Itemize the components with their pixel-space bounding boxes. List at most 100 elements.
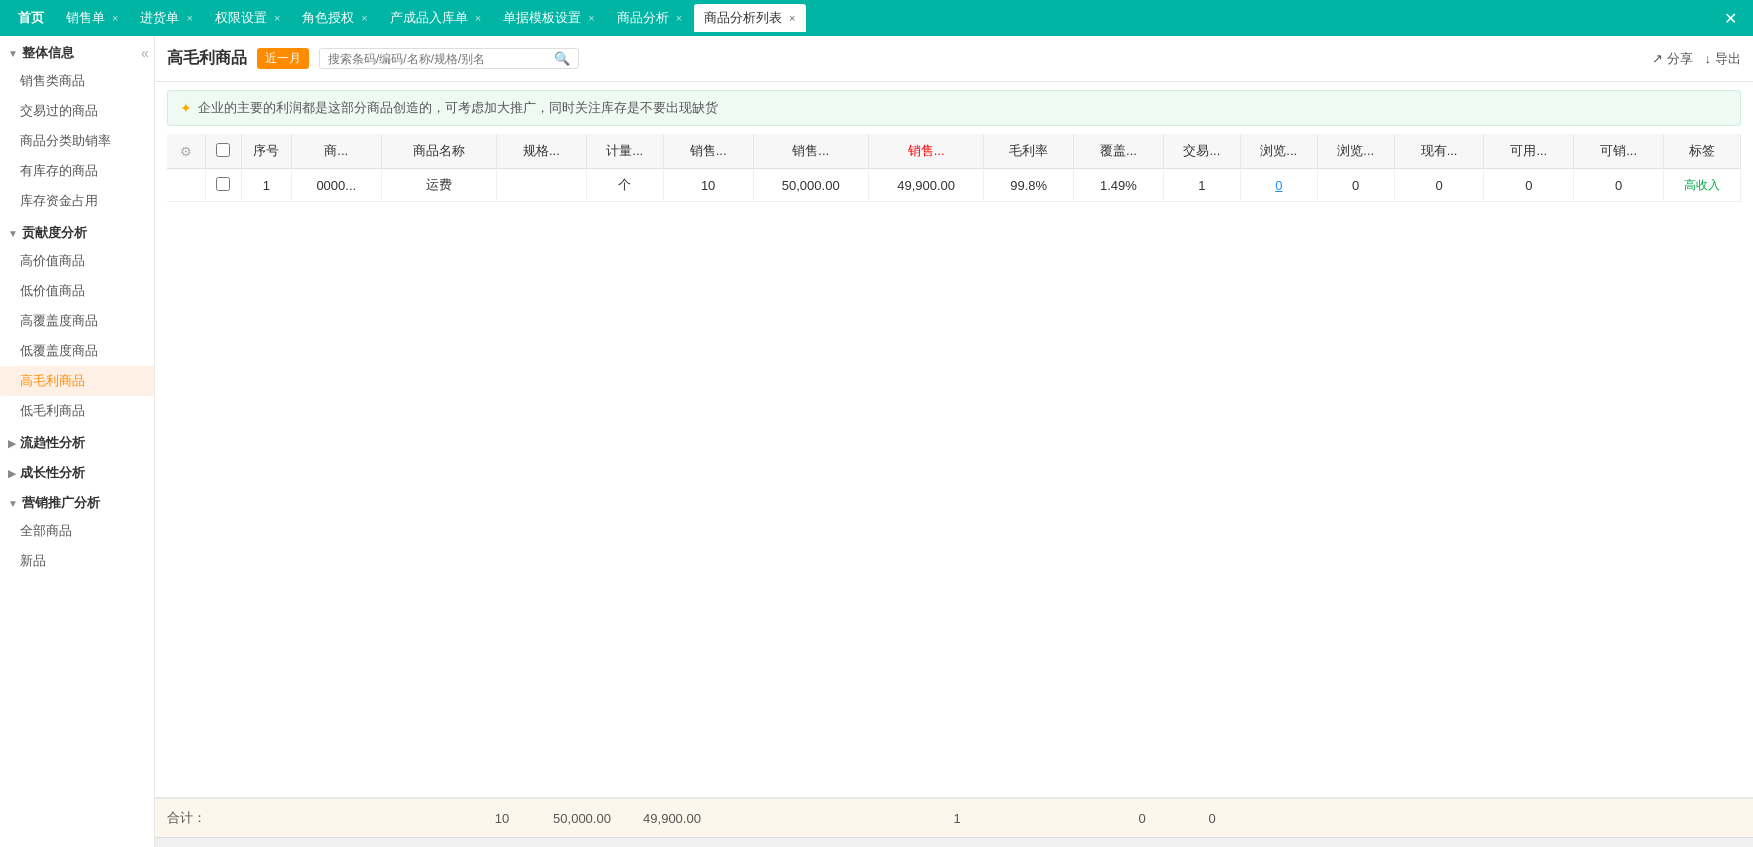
close-all-tabs[interactable]: ✕ — [1716, 9, 1745, 28]
sidebar-group-contribution[interactable]: ▼ 贡献度分析 — [0, 216, 154, 246]
row-coverage: 1.49% — [1074, 169, 1164, 202]
footer-sales-amount: 50,000.00 — [537, 811, 627, 826]
nav-tab-template-close[interactable]: × — [588, 12, 594, 24]
footer-spacer — [247, 811, 467, 826]
row-transaction: 1 — [1163, 169, 1240, 202]
col-unit: 计量... — [586, 134, 663, 169]
footer-sales-profit: 49,900.00 — [627, 811, 717, 826]
export-button[interactable]: ↓ 导出 — [1705, 50, 1742, 68]
period-button[interactable]: 近一月 — [257, 48, 309, 69]
search-input[interactable] — [328, 52, 549, 66]
nav-tab-product-storage-close[interactable]: × — [475, 12, 481, 24]
nav-tab-sales[interactable]: 销售单 × — [56, 4, 128, 32]
col-tag: 标签 — [1663, 134, 1740, 169]
footer-spacer2 — [717, 811, 927, 826]
sidebar-item-new-goods[interactable]: 新品 — [0, 546, 154, 576]
select-all-checkbox[interactable] — [216, 143, 230, 157]
nav-tab-home[interactable]: 首页 — [8, 4, 54, 32]
sidebar-item-stock-capital[interactable]: 库存资金占用 — [0, 186, 154, 216]
row-index: 1 — [241, 169, 291, 202]
sidebar-item-high-coverage[interactable]: 高覆盖度商品 — [0, 306, 154, 336]
row-name: 运费 — [381, 169, 496, 202]
sidebar-group-marketing[interactable]: ▼ 营销推广分析 — [0, 486, 154, 516]
nav-tab-roles-close[interactable]: × — [361, 12, 367, 24]
table-container[interactable]: ⚙ 序号 商... 商品名称 规格... 计量... 销售... 销售... 销… — [155, 134, 1753, 797]
sidebar-group-contribution-label: 贡献度分析 — [22, 224, 87, 242]
row-checkbox[interactable] — [205, 169, 241, 202]
col-available-stock: 可用... — [1484, 134, 1574, 169]
nav-tab-analysis-close[interactable]: × — [676, 12, 682, 24]
sidebar-item-low-value[interactable]: 低价值商品 — [0, 276, 154, 306]
sidebar-group-growth-label: 成长性分析 — [20, 464, 85, 482]
nav-tab-permissions-close[interactable]: × — [274, 12, 280, 24]
nav-tab-analysis-list[interactable]: 商品分析列表 × — [694, 4, 805, 32]
row-sellable: 0 — [1574, 169, 1664, 202]
footer-current-stock: 0 — [1107, 811, 1177, 826]
sidebar-item-category-rate[interactable]: 商品分类助销率 — [0, 126, 154, 156]
nav-tab-permissions-label: 权限设置 — [215, 9, 267, 27]
nav-tab-roles-label: 角色授权 — [302, 9, 354, 27]
content-area: 高毛利商品 近一月 🔍 ↗ 分享 ↓ 导出 ✦ 企业的主要的利润都是这部分商品创… — [155, 36, 1753, 847]
sidebar-item-sales-goods[interactable]: 销售类商品 — [0, 66, 154, 96]
sidebar-item-stock-goods[interactable]: 有库存的商品 — [0, 156, 154, 186]
chevron-down-icon-3: ▼ — [8, 498, 18, 509]
footer-available-stock: 0 — [1177, 811, 1247, 826]
row-sales-amount: 50,000.00 — [753, 169, 868, 202]
col-current-stock: 现有... — [1394, 134, 1484, 169]
sidebar-item-traded-goods[interactable]: 交易过的商品 — [0, 96, 154, 126]
row-gross-margin: 99.8% — [984, 169, 1074, 202]
nav-tab-template-label: 单据模板设置 — [503, 9, 581, 27]
sidebar-group-overall[interactable]: ▼ 整体信息 — [0, 36, 154, 66]
row-unit: 个 — [586, 169, 663, 202]
nav-tab-sales-label: 销售单 — [66, 9, 105, 27]
share-icon: ↗ — [1652, 51, 1663, 66]
sidebar-group-flow[interactable]: ▶ 流趋性分析 — [0, 426, 154, 456]
nav-tab-analysis-list-close[interactable]: × — [789, 12, 795, 24]
nav-tab-purchase-close[interactable]: × — [186, 12, 192, 24]
sidebar-item-low-coverage[interactable]: 低覆盖度商品 — [0, 336, 154, 366]
row-browse1[interactable]: 0 — [1240, 169, 1317, 202]
sidebar-item-low-margin[interactable]: 低毛利商品 — [0, 396, 154, 426]
nav-tab-product-storage[interactable]: 产成品入库单 × — [380, 4, 491, 32]
banner-text: 企业的主要的利润都是这部分商品创造的，可考虑加大推广，同时关注库存是不要出现缺货 — [198, 99, 718, 117]
nav-tab-analysis-label: 商品分析 — [617, 9, 669, 27]
row-sales-profit: 49,900.00 — [868, 169, 983, 202]
horizontal-scrollbar[interactable] — [155, 837, 1753, 847]
row-select-checkbox[interactable] — [216, 177, 230, 191]
content-header: 高毛利商品 近一月 🔍 ↗ 分享 ↓ 导出 — [155, 36, 1753, 82]
nav-tab-template[interactable]: 单据模板设置 × — [493, 4, 604, 32]
main-layout: « ▼ 整体信息 销售类商品 交易过的商品 商品分类助销率 有库存的商品 库存资… — [0, 36, 1753, 847]
row-available-stock: 0 — [1484, 169, 1574, 202]
sidebar-item-high-margin[interactable]: 高毛利商品 — [0, 366, 154, 396]
nav-tab-analysis[interactable]: 商品分析 × — [607, 4, 692, 32]
col-index: 序号 — [241, 134, 291, 169]
search-icon[interactable]: 🔍 — [554, 51, 570, 66]
sidebar: « ▼ 整体信息 销售类商品 交易过的商品 商品分类助销率 有库存的商品 库存资… — [0, 36, 155, 847]
sidebar-collapse-btn[interactable]: « — [136, 44, 154, 62]
col-sales-qty: 销售... — [663, 134, 753, 169]
share-button[interactable]: ↗ 分享 — [1652, 50, 1693, 68]
chevron-down-icon: ▼ — [8, 48, 18, 59]
sidebar-item-high-value[interactable]: 高价值商品 — [0, 246, 154, 276]
nav-tab-product-storage-label: 产成品入库单 — [390, 9, 468, 27]
nav-tab-home-label: 首页 — [18, 9, 44, 27]
nav-tab-roles[interactable]: 角色授权 × — [292, 4, 377, 32]
sidebar-group-marketing-label: 营销推广分析 — [22, 494, 100, 512]
footer-cells: 10 50,000.00 49,900.00 1 0 0 — [247, 811, 1741, 826]
col-settings[interactable]: ⚙ — [167, 134, 205, 169]
chevron-right-icon-2: ▶ — [8, 468, 16, 479]
nav-tab-permissions[interactable]: 权限设置 × — [205, 4, 290, 32]
sidebar-item-all-goods[interactable]: 全部商品 — [0, 516, 154, 546]
sidebar-group-overall-label: 整体信息 — [22, 44, 74, 62]
footer-label: 合计： — [167, 809, 247, 827]
row-current-stock: 0 — [1394, 169, 1484, 202]
col-checkbox[interactable] — [205, 134, 241, 169]
sidebar-group-growth[interactable]: ▶ 成长性分析 — [0, 456, 154, 486]
nav-tab-sales-close[interactable]: × — [112, 12, 118, 24]
nav-tab-purchase[interactable]: 进货单 × — [130, 4, 202, 32]
top-nav: 首页 销售单 × 进货单 × 权限设置 × 角色授权 × 产成品入库单 × 单据… — [0, 0, 1753, 36]
chevron-down-icon-2: ▼ — [8, 228, 18, 239]
row-tag: 高收入 — [1663, 169, 1740, 202]
row-spec — [497, 169, 587, 202]
footer-transaction: 1 — [927, 811, 987, 826]
